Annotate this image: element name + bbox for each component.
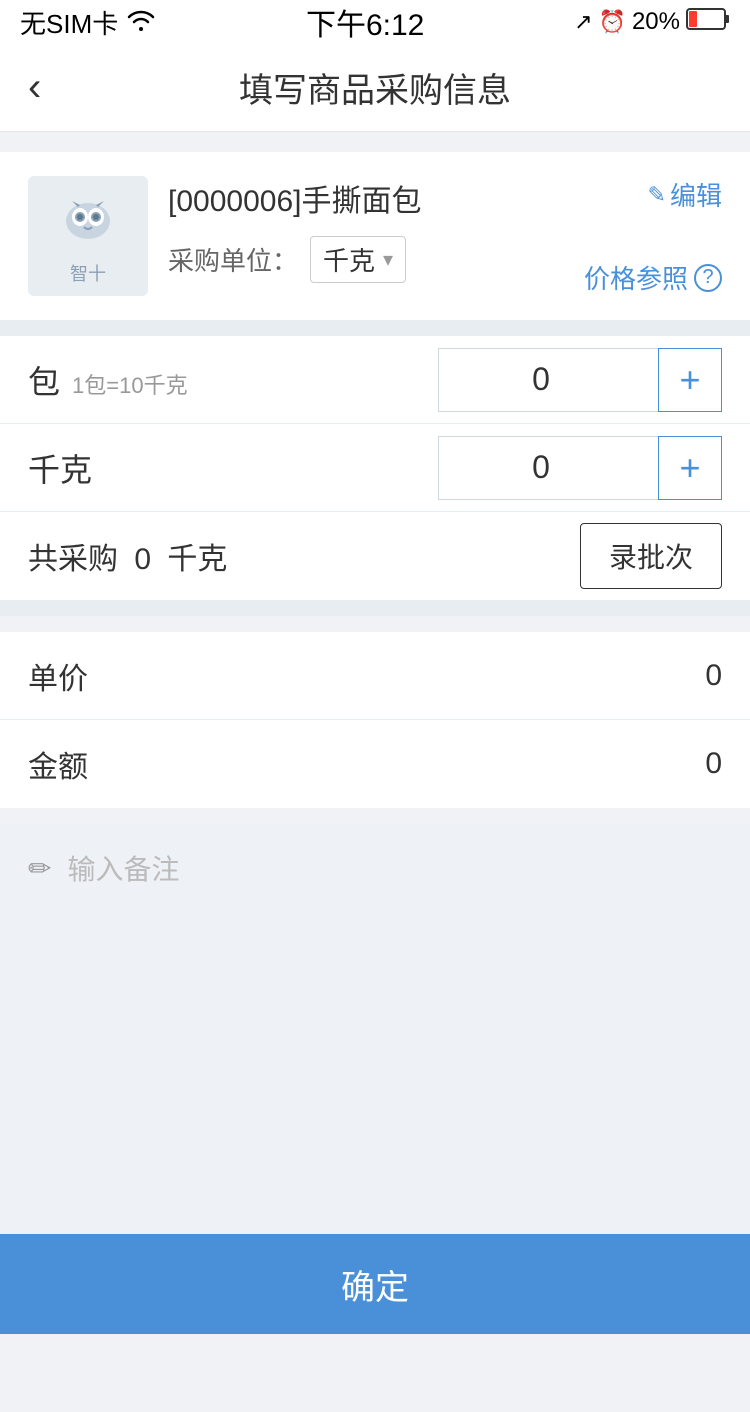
edit-button[interactable]: ✎ 编辑	[648, 176, 722, 213]
bag-quantity-input[interactable]	[438, 348, 658, 412]
kg-label: 千克	[28, 445, 92, 491]
kg-label-group: 千克	[28, 445, 188, 491]
pencil-icon: ✏	[28, 852, 51, 885]
price-ref-button[interactable]: 价格参照 ?	[584, 259, 722, 296]
total-prefix: 共采购	[28, 543, 118, 576]
owl-icon	[58, 187, 118, 256]
input-section: 包 1包=10千克 + 千克 +	[0, 336, 750, 512]
unit-label: 采购单位：	[168, 241, 298, 278]
product-card: 智十 [0000006]手撕面包 采购单位： 千克 ▾ ✎ 编辑 价格参照 ?	[0, 152, 750, 320]
battery-percent: 20%	[632, 8, 680, 36]
bag-input-control: +	[438, 348, 722, 412]
brand-text: 智十	[70, 260, 106, 286]
kg-input-row: 千克 +	[0, 424, 750, 512]
unit-price-value: 0	[705, 659, 722, 693]
bag-label: 包	[28, 357, 60, 403]
alarm-icon: ⏰	[599, 9, 626, 35]
price-ref-label: 价格参照	[584, 259, 688, 296]
unit-selector[interactable]: 千克 ▾	[310, 236, 406, 283]
total-text: 共采购 0 千克	[28, 534, 227, 578]
amount-label: 金额	[28, 742, 88, 786]
page-title: 填写商品采购信息	[239, 63, 511, 112]
amount-value: 0	[705, 747, 722, 781]
status-bar: 无SIM卡 下午6:12 ↗ ⏰ 20%	[0, 0, 750, 44]
help-circle-icon: ?	[694, 264, 722, 292]
notes-placeholder: 输入备注	[67, 848, 179, 888]
confirm-label: 确定	[341, 1260, 409, 1309]
batch-button[interactable]: 录批次	[580, 523, 722, 589]
bag-label-group: 包 1包=10千克	[28, 357, 188, 403]
kg-plus-button[interactable]: +	[658, 436, 722, 500]
amount-row: 金额 0	[0, 720, 750, 808]
product-name: [0000006]手撕面包	[168, 176, 722, 220]
price-info-section: 单价 0 金额 0	[0, 632, 750, 808]
total-amount: 0	[134, 543, 151, 576]
wifi-icon	[126, 7, 156, 38]
status-left: 无SIM卡	[20, 4, 156, 41]
section-divider-2	[0, 600, 750, 616]
unit-price-row: 单价 0	[0, 632, 750, 720]
total-row: 共采购 0 千克 录批次	[0, 512, 750, 600]
back-button[interactable]: ‹	[28, 65, 41, 110]
bag-input-row: 包 1包=10千克 +	[0, 336, 750, 424]
section-divider-1	[0, 320, 750, 336]
status-right: ↗ ⏰ 20%	[574, 8, 730, 37]
bag-sub-label: 1包=10千克	[72, 368, 188, 400]
nav-bar: ‹ 填写商品采购信息	[0, 44, 750, 132]
bag-plus-button[interactable]: +	[658, 348, 722, 412]
chevron-down-icon: ▾	[383, 247, 393, 272]
edit-label: 编辑	[670, 176, 722, 213]
product-image: 智十	[28, 176, 148, 296]
notes-section[interactable]: ✏ 输入备注	[0, 824, 750, 912]
confirm-button[interactable]: 确定	[0, 1234, 750, 1334]
kg-input-control: +	[438, 436, 722, 500]
status-time: 下午6:12	[306, 0, 424, 44]
carrier-text: 无SIM卡	[20, 4, 118, 41]
location-icon: ↗	[574, 9, 592, 35]
total-unit: 千克	[167, 543, 227, 576]
battery-icon	[686, 8, 730, 37]
unit-value: 千克	[323, 241, 375, 278]
kg-quantity-input[interactable]	[438, 436, 658, 500]
edit-icon: ✎	[648, 182, 666, 208]
unit-price-label: 单价	[28, 654, 88, 698]
